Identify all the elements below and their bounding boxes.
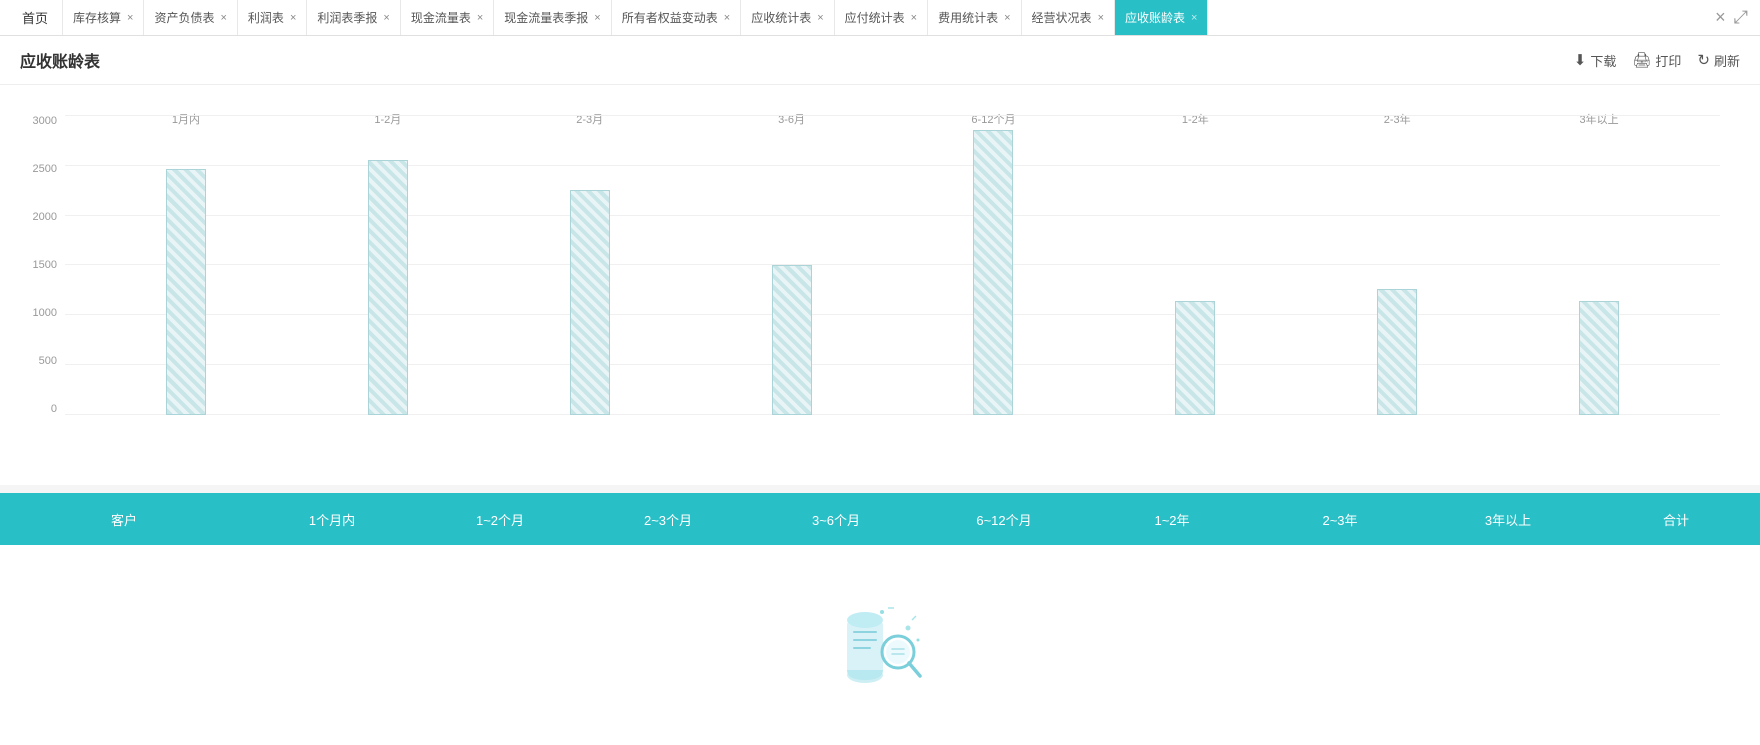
bar-group	[570, 190, 610, 415]
tab-operation[interactable]: 经营状况表 ×	[1022, 0, 1115, 36]
tab-label: 费用统计表	[938, 9, 998, 26]
tab-cashflow-quarter[interactable]: 现金流量表季报 ×	[494, 0, 611, 36]
tab-close-icon[interactable]: ×	[817, 12, 823, 24]
table-header-cell: 3年以上	[1424, 510, 1592, 529]
chart-bar	[570, 190, 610, 415]
download-label: 下载	[1590, 51, 1616, 70]
chart-bar	[166, 169, 206, 415]
chart-bar	[1579, 301, 1619, 415]
tab-label: 经营状况表	[1032, 9, 1092, 26]
table-header-cell: 客户	[0, 510, 248, 529]
chart-bar	[1175, 301, 1215, 415]
tab-label: 库存核算	[73, 9, 121, 26]
tab-label: 应付统计表	[845, 9, 905, 26]
tab-label: 应收统计表	[751, 9, 811, 26]
tab-label: 现金流量表	[411, 9, 471, 26]
tab-label: 应收账龄表	[1125, 9, 1185, 26]
tab-ap-stat[interactable]: 应付统计表 ×	[835, 0, 928, 36]
tab-close-icon[interactable]: ×	[911, 12, 917, 24]
tab-close-icon[interactable]: ×	[1098, 12, 1104, 24]
bar-group	[1175, 301, 1215, 415]
tab-ar-stat[interactable]: 应收统计表 ×	[741, 0, 834, 36]
bar-group	[1579, 301, 1619, 415]
chart-container: 0 500 1000 1500 2000 2500 3000 1月内1-2月2-3月3-6月…	[20, 105, 1720, 465]
table-header-cell: 1~2年	[1088, 510, 1256, 529]
download-icon: ⬇	[1574, 51, 1587, 69]
refresh-icon: ↻	[1697, 51, 1710, 69]
maximize-window-icon[interactable]: ⤢	[1734, 7, 1748, 28]
refresh-label: 刷新	[1714, 51, 1740, 70]
tab-label: 所有者权益变动表	[622, 9, 718, 26]
tab-profit[interactable]: 利润表 ×	[238, 0, 307, 36]
chart-bar	[1377, 289, 1417, 415]
chart-inner: 1月内1-2月2-3月3-6月6-12个月1-2年2-3年3年以上	[65, 105, 1720, 435]
y-axis-label: 1500	[33, 259, 57, 271]
section-separator	[0, 485, 1760, 493]
table-header-cell: 合计	[1592, 510, 1760, 529]
bar-group	[1377, 289, 1417, 415]
tab-cashflow[interactable]: 现金流量表 ×	[401, 0, 494, 36]
header-actions: ⬇ 下载 🖨 打印 ↻ 刷新	[1574, 51, 1740, 70]
tab-ar-aging[interactable]: 应收账龄表 ×	[1115, 0, 1208, 36]
table-header: 客户1个月内1~2个月2~3个月3~6个月6~12个月1~2年2~3年3年以上合…	[0, 493, 1760, 545]
tab-equity[interactable]: 所有者权益变动表 ×	[612, 0, 741, 36]
chart-bar	[973, 130, 1013, 415]
tab-inventory[interactable]: 库存核算 ×	[63, 0, 144, 36]
empty-area	[0, 545, 1760, 745]
print-icon: 🖨	[1632, 51, 1651, 69]
tab-actions: × ⤢	[1715, 7, 1752, 28]
tab-label: 利润表	[248, 9, 284, 26]
tab-close-icon[interactable]: ×	[724, 12, 730, 24]
tab-home[interactable]: 首页	[8, 0, 63, 36]
tab-label: 资产负债表	[154, 9, 214, 26]
page-title: 应收账龄表	[20, 48, 100, 72]
page-header: 应收账龄表 ⬇ 下载 🖨 打印 ↻ 刷新	[0, 36, 1760, 85]
tab-close-icon[interactable]: ×	[594, 12, 600, 24]
tab-close-icon[interactable]: ×	[1191, 12, 1197, 24]
main-content: 0 500 1000 1500 2000 2500 3000 1月内1-2月2-3月3-6月…	[0, 85, 1760, 745]
tab-close-icon[interactable]: ×	[220, 12, 226, 24]
print-button[interactable]: 🖨 打印	[1632, 51, 1681, 70]
tab-label: 现金流量表季报	[504, 9, 588, 26]
tab-close-icon[interactable]: ×	[383, 12, 389, 24]
bar-group	[973, 130, 1013, 415]
y-axis-label: 2000	[33, 211, 57, 223]
y-axis-label: 500	[39, 355, 57, 367]
empty-icon	[830, 600, 930, 690]
tab-close-icon[interactable]: ×	[127, 12, 133, 24]
bar-group	[368, 160, 408, 415]
bars-area	[65, 115, 1720, 415]
tab-profit-quarter[interactable]: 利润表季报 ×	[307, 0, 400, 36]
close-window-icon[interactable]: ×	[1715, 7, 1726, 28]
bar-group	[772, 265, 812, 415]
tab-balance[interactable]: 资产负债表 ×	[144, 0, 237, 36]
y-axis-label: 2500	[33, 163, 57, 175]
tab-home-label: 首页	[22, 8, 48, 27]
y-axis-label: 0	[51, 403, 57, 415]
tab-close-icon[interactable]: ×	[290, 12, 296, 24]
tab-close-icon[interactable]: ×	[477, 12, 483, 24]
table-header-cell: 6~12个月	[920, 510, 1088, 529]
tab-bar: 首页 库存核算×资产负债表×利润表×利润表季报×现金流量表×现金流量表季报×所有…	[0, 0, 1760, 36]
tab-expense[interactable]: 费用统计表 ×	[928, 0, 1021, 36]
tab-label: 利润表季报	[317, 9, 377, 26]
table-header-cell: 2~3年	[1256, 510, 1424, 529]
y-axis: 0 500 1000 1500 2000 2500 3000	[20, 115, 65, 415]
print-label: 打印	[1655, 51, 1681, 70]
table-header-cell: 1~2个月	[416, 510, 584, 529]
chart-area: 0 500 1000 1500 2000 2500 3000 1月内1-2月2-3月3-6月…	[0, 85, 1760, 485]
chart-bar	[772, 265, 812, 415]
y-axis-label: 3000	[33, 115, 57, 127]
bar-group	[166, 169, 206, 415]
y-axis-label: 1000	[33, 307, 57, 319]
table-header-cell: 1个月内	[248, 510, 416, 529]
tab-close-icon[interactable]: ×	[1004, 12, 1010, 24]
download-button[interactable]: ⬇ 下载	[1574, 51, 1617, 70]
refresh-button[interactable]: ↻ 刷新	[1697, 51, 1740, 70]
table-header-cell: 2~3个月	[584, 510, 752, 529]
chart-bar	[368, 160, 408, 415]
table-header-cell: 3~6个月	[752, 510, 920, 529]
